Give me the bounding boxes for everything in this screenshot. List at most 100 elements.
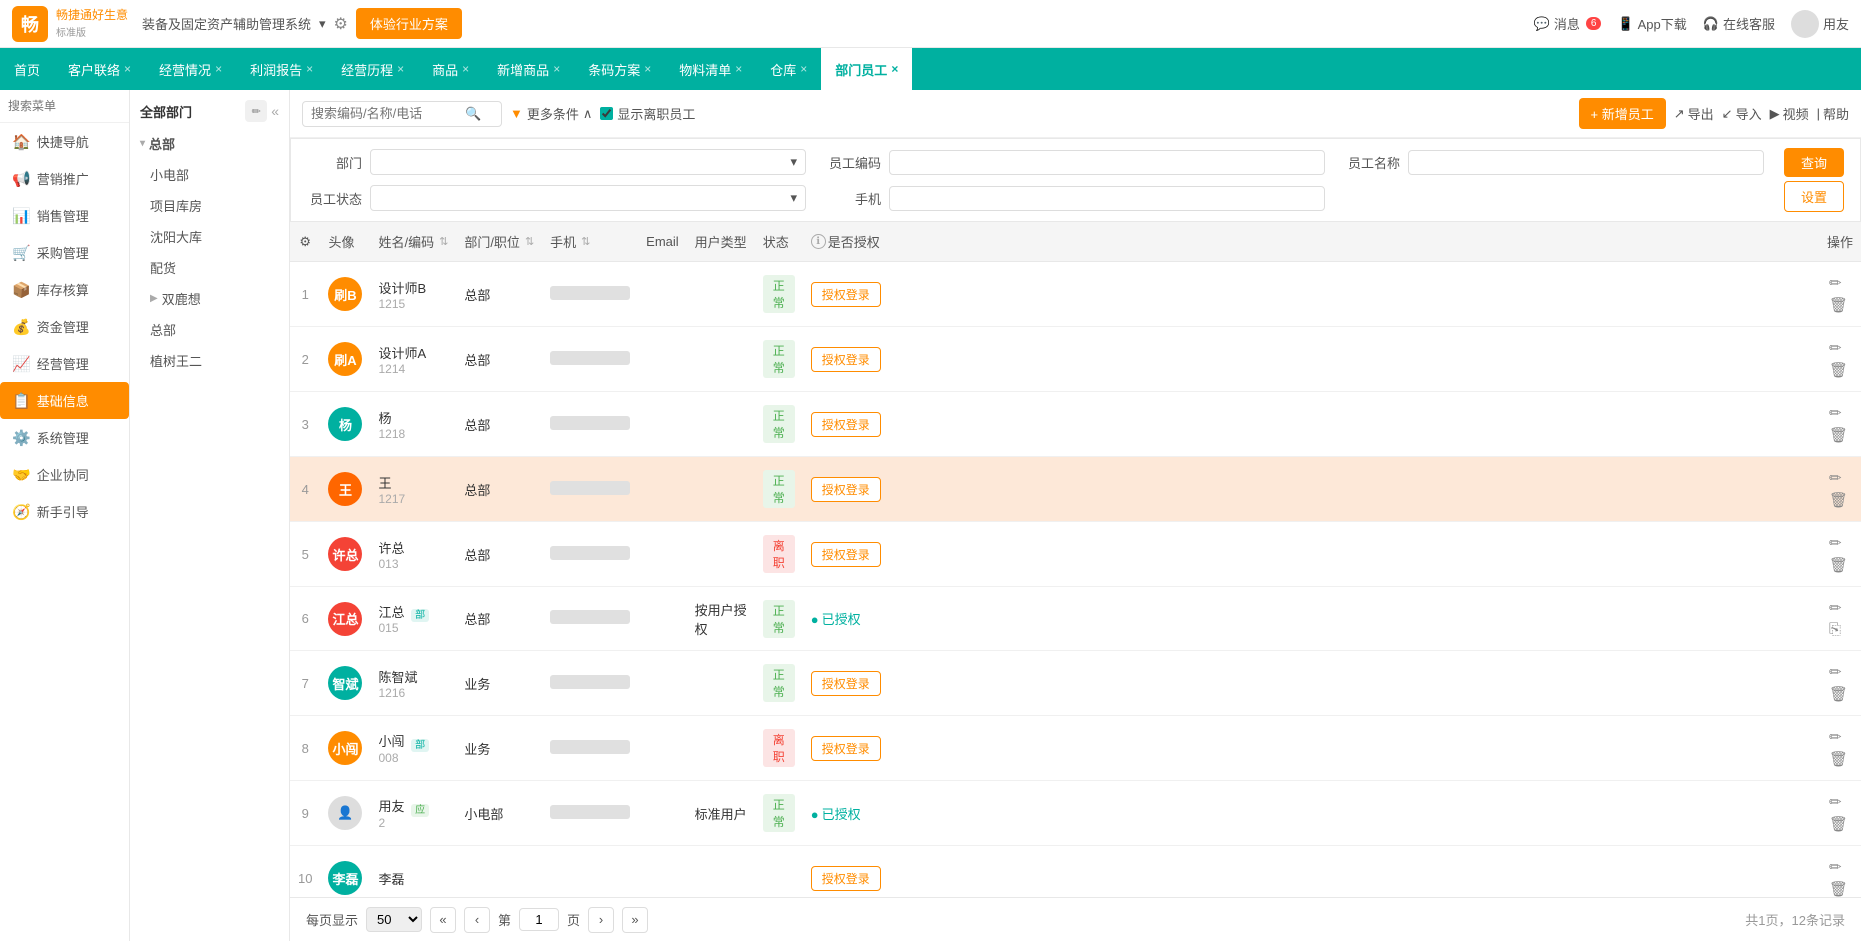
sidebar-item-marketing[interactable]: 📢营销推广 (0, 160, 129, 197)
import-btn[interactable]: ↙ 导入 (1722, 104, 1762, 123)
delete-btn[interactable]: 🗑 (1827, 748, 1850, 770)
sidebar-item-basic[interactable]: 📋基础信息 (0, 382, 129, 419)
show-resigned-checkbox[interactable] (600, 107, 613, 120)
edit-btn[interactable]: ✏ (1827, 272, 1844, 294)
th-phone[interactable]: 手机 ⇅ (542, 222, 638, 262)
search-input[interactable] (311, 106, 461, 121)
edit-btn[interactable]: ✏ (1827, 791, 1844, 813)
auth-login-btn[interactable]: 授权登录 (811, 736, 881, 761)
add-employee-btn[interactable]: + 新增员工 (1579, 98, 1666, 129)
auth-login-btn[interactable]: 授权登录 (811, 412, 881, 437)
delete-btn[interactable]: 🗑 (1827, 489, 1850, 511)
show-resigned-label[interactable]: 显示离职员工 (600, 104, 695, 123)
edit-btn[interactable]: ✏ (1827, 661, 1844, 683)
last-page-btn[interactable]: » (622, 907, 648, 933)
th-name[interactable]: 姓名/编码 ⇅ (370, 222, 456, 262)
dept-item-peihuo[interactable]: 配货 (130, 252, 289, 283)
th-dept[interactable]: 部门/职位 ⇅ (456, 222, 542, 262)
nav-item-add-goods[interactable]: 新增商品 × (483, 48, 574, 90)
dept-item-shenyang[interactable]: 沈阳大库 (130, 221, 289, 252)
edit-btn[interactable]: ✏ (1827, 597, 1844, 619)
delete-btn[interactable]: 🗑 (1827, 554, 1850, 576)
nav-item-dept-employee[interactable]: 部门员工 × (821, 48, 912, 90)
auth-login-btn[interactable]: 授权登录 (811, 671, 881, 696)
sidebar-item-collab[interactable]: 🤝企业协同 (0, 456, 129, 493)
filter-phone-input[interactable] (889, 186, 1325, 211)
more-filter-btn[interactable]: ▼ 更多条件 ∧ (510, 104, 592, 123)
row-status: 正常 (755, 262, 803, 327)
edit-btn[interactable]: ✏ (1827, 532, 1844, 554)
nav-item-profit[interactable]: 利润报告 × (236, 48, 327, 90)
sidebar-item-biz[interactable]: 📈经营管理 (0, 345, 129, 382)
dept-item-zongbu2[interactable]: 总部 (130, 314, 289, 345)
delete-btn[interactable]: 🗑 (1827, 683, 1850, 705)
delete-btn[interactable]: 🗑 (1827, 424, 1850, 446)
page-input[interactable] (519, 908, 559, 931)
marketing-icon: 📢 (12, 170, 31, 188)
sidebar-item-guide[interactable]: 🧭新手引导 (0, 493, 129, 530)
filter-name-input[interactable] (1408, 150, 1764, 175)
sidebar-item-finance[interactable]: 💰资金管理 (0, 308, 129, 345)
auth-login-btn[interactable]: 授权登录 (811, 542, 881, 567)
auth-login-btn[interactable]: 授权登录 (811, 866, 881, 891)
filter-code-input[interactable] (889, 150, 1325, 175)
auth-login-btn[interactable]: 授权登录 (811, 477, 881, 502)
dept-item-projectroom[interactable]: 项目库房 (130, 190, 289, 221)
nav-item-bom[interactable]: 物料清单 × (665, 48, 756, 90)
query-btn[interactable]: 查询 (1784, 148, 1844, 177)
auth-login-btn[interactable]: 授权登录 (811, 347, 881, 372)
dept-edit-btn[interactable]: ✏ (245, 100, 267, 122)
dept-collapse-btn[interactable]: « (271, 103, 279, 119)
sidebar-item-quicknav[interactable]: 🏠快捷导航 (0, 123, 129, 160)
sidebar-item-sales[interactable]: 📊销售管理 (0, 197, 129, 234)
sidebar-search-input[interactable] (8, 99, 130, 113)
nav-item-history[interactable]: 经营历程 × (327, 48, 418, 90)
nav-item-home[interactable]: 首页 (0, 48, 54, 90)
msg-btn[interactable]: 💬 消息 6 (1534, 14, 1602, 33)
sys-dropdown-btn[interactable]: ▾ (319, 16, 326, 32)
dept-item-zhishu[interactable]: 植树王二 (130, 345, 289, 376)
nav-item-operation[interactable]: 经营情况 × (145, 48, 236, 90)
dept-all-label[interactable]: 全部部门 (140, 102, 241, 121)
edit-btn[interactable]: ✏ (1827, 726, 1844, 748)
sidebar-item-system[interactable]: ⚙️系统管理 (0, 419, 129, 456)
dept-item-shuanglu[interactable]: ▶ 双鹿想 (130, 283, 289, 314)
view-btn[interactable]: ▶ 视频 (1770, 104, 1809, 123)
delete-btn[interactable]: 🗑 (1827, 878, 1850, 897)
help-btn[interactable]: | 帮助 (1817, 104, 1849, 123)
export-btn[interactable]: ↗ 导出 (1674, 104, 1714, 123)
first-page-btn[interactable]: « (430, 907, 456, 933)
nav-item-goods[interactable]: 商品 × (418, 48, 483, 90)
nav-item-barcode[interactable]: 条码方案 × (574, 48, 665, 90)
help-icon: | (1817, 106, 1820, 121)
delete-btn[interactable]: 🗑 (1827, 359, 1850, 381)
nav-item-customer[interactable]: 客户联络 × (54, 48, 145, 90)
dept-header: 全部部门 ✏ « (130, 90, 289, 128)
gear-btn[interactable]: ⚙ (334, 14, 348, 34)
app-download-btn[interactable]: 📱 App下载 (1617, 14, 1686, 33)
edit-btn[interactable]: ✏ (1827, 402, 1844, 424)
nav-item-warehouse[interactable]: 仓库 × (756, 48, 821, 90)
dept-item-zongbu[interactable]: ▾ 总部 (130, 128, 289, 159)
dept-item-xiaodibu[interactable]: 小电部 (130, 159, 289, 190)
filter-dept-select[interactable]: ▾ (370, 149, 806, 175)
sidebar-item-purchase[interactable]: 🛒采购管理 (0, 234, 129, 271)
copy-btn[interactable]: ⎘ (1827, 619, 1843, 640)
user-btn[interactable]: 用友 (1791, 10, 1849, 38)
delete-btn[interactable]: 🗑 (1827, 813, 1850, 835)
prev-page-btn[interactable]: ‹ (464, 907, 490, 933)
th-settings[interactable]: ⚙ (290, 222, 320, 262)
set-btn[interactable]: 设置 (1784, 181, 1844, 212)
delete-btn[interactable]: 🗑 (1827, 294, 1850, 316)
page-size-select[interactable]: 50 20 100 (366, 907, 422, 932)
trial-btn[interactable]: 体验行业方案 (356, 8, 462, 39)
edit-btn[interactable]: ✏ (1827, 337, 1844, 359)
service-btn[interactable]: 🎧 在线客服 (1703, 14, 1775, 33)
auth-login-btn[interactable]: 授权登录 (811, 282, 881, 307)
sidebar-item-inventory[interactable]: 📦库存核算 (0, 271, 129, 308)
next-page-btn[interactable]: › (588, 907, 614, 933)
edit-btn[interactable]: ✏ (1827, 856, 1844, 878)
edit-btn[interactable]: ✏ (1827, 467, 1844, 489)
info-icon[interactable]: ℹ (811, 234, 826, 249)
filter-status-select[interactable]: ▾ (370, 185, 806, 211)
